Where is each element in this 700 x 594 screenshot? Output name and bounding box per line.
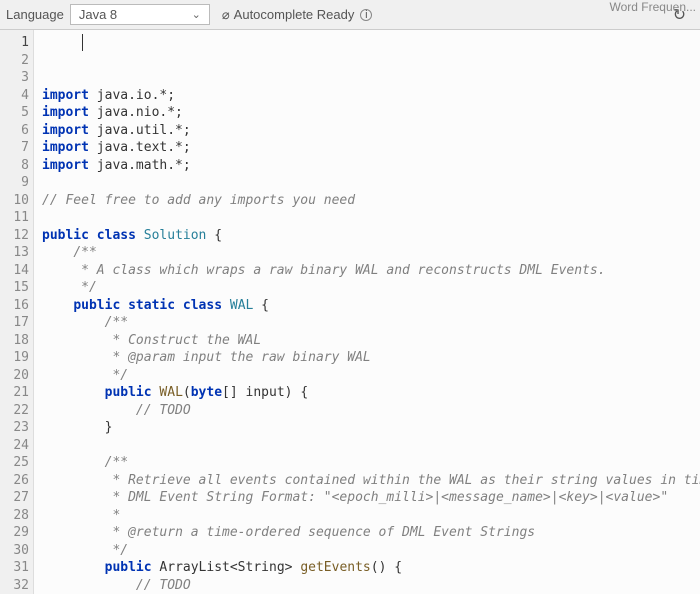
info-icon[interactable]: i xyxy=(360,9,372,21)
code-line[interactable]: public ArrayList<String> getEvents() { xyxy=(42,559,700,577)
line-number: 12 xyxy=(8,227,29,245)
code-line[interactable] xyxy=(42,174,700,192)
code-line[interactable]: public static class WAL { xyxy=(42,297,700,315)
code-line[interactable]: import java.util.*; xyxy=(42,122,700,140)
code-line[interactable]: /** xyxy=(42,244,700,262)
code-line[interactable]: // TODO xyxy=(42,577,700,594)
line-number: 15 xyxy=(8,279,29,297)
line-number: 29 xyxy=(8,524,29,542)
code-line[interactable]: * @param input the raw binary WAL xyxy=(42,349,700,367)
line-number: 11 xyxy=(8,209,29,227)
line-number: 25 xyxy=(8,454,29,472)
autocomplete-label: Autocomplete Ready xyxy=(234,7,355,22)
code-area[interactable]: import java.io.*;import java.nio.*;impor… xyxy=(34,30,700,594)
code-line[interactable]: public class Solution { xyxy=(42,227,700,245)
code-line[interactable]: * @return a time-ordered sequence of DML… xyxy=(42,524,700,542)
line-number: 19 xyxy=(8,349,29,367)
line-number: 1 xyxy=(8,34,29,52)
text-cursor xyxy=(82,34,83,51)
code-line[interactable]: * Retrieve all events contained within t… xyxy=(42,472,700,490)
line-number: 20 xyxy=(8,367,29,385)
line-number: 5 xyxy=(8,104,29,122)
code-line[interactable]: import java.io.*; xyxy=(42,87,700,105)
code-line[interactable] xyxy=(42,437,700,455)
line-number: 13 xyxy=(8,244,29,262)
line-number: 17 xyxy=(8,314,29,332)
code-line[interactable]: import java.nio.*; xyxy=(42,104,700,122)
chevron-down-icon: ⌄ xyxy=(192,8,201,21)
code-line[interactable]: } xyxy=(42,419,700,437)
code-line[interactable]: /** xyxy=(42,314,700,332)
line-number: 8 xyxy=(8,157,29,175)
check-icon: ⌀ xyxy=(222,7,230,23)
line-number: 21 xyxy=(8,384,29,402)
code-line[interactable]: import java.text.*; xyxy=(42,139,700,157)
code-line[interactable]: /** xyxy=(42,454,700,472)
line-number: 24 xyxy=(8,437,29,455)
line-number: 28 xyxy=(8,507,29,525)
code-line[interactable]: * xyxy=(42,507,700,525)
language-select[interactable]: Java 8 ⌄ xyxy=(70,4,210,25)
line-number: 7 xyxy=(8,139,29,157)
toolbar: Language Java 8 ⌄ ⌀ Autocomplete Ready i… xyxy=(0,0,700,30)
line-number-gutter: 1234567891011121314151617181920212223242… xyxy=(0,30,34,594)
code-line[interactable]: */ xyxy=(42,542,700,560)
autocomplete-status: ⌀ Autocomplete Ready i xyxy=(222,7,373,23)
line-number: 4 xyxy=(8,87,29,105)
line-number: 23 xyxy=(8,419,29,437)
code-line[interactable]: public WAL(byte[] input) { xyxy=(42,384,700,402)
line-number: 31 xyxy=(8,559,29,577)
line-number: 2 xyxy=(8,52,29,70)
line-number: 22 xyxy=(8,402,29,420)
line-number: 30 xyxy=(8,542,29,560)
language-value: Java 8 xyxy=(79,7,117,22)
line-number: 14 xyxy=(8,262,29,280)
code-line[interactable]: import java.math.*; xyxy=(42,157,700,175)
line-number: 10 xyxy=(8,192,29,210)
line-number: 18 xyxy=(8,332,29,350)
language-label: Language xyxy=(6,7,64,22)
code-line[interactable]: */ xyxy=(42,279,700,297)
code-line[interactable]: * DML Event String Format: "<epoch_milli… xyxy=(42,489,700,507)
code-line[interactable]: * A class which wraps a raw binary WAL a… xyxy=(42,262,700,280)
truncated-tab-text: Word Frequen... xyxy=(610,0,696,14)
code-line[interactable]: // TODO xyxy=(42,402,700,420)
line-number: 6 xyxy=(8,122,29,140)
code-line[interactable] xyxy=(42,209,700,227)
code-line[interactable]: // Feel free to add any imports you need xyxy=(42,192,700,210)
code-line[interactable]: */ xyxy=(42,367,700,385)
line-number: 27 xyxy=(8,489,29,507)
line-number: 3 xyxy=(8,69,29,87)
code-editor[interactable]: 1234567891011121314151617181920212223242… xyxy=(0,30,700,594)
line-number: 32 > xyxy=(8,577,29,594)
line-number: 9 xyxy=(8,174,29,192)
line-number: 16 xyxy=(8,297,29,315)
code-line[interactable]: * Construct the WAL xyxy=(42,332,700,350)
line-number: 26 xyxy=(8,472,29,490)
